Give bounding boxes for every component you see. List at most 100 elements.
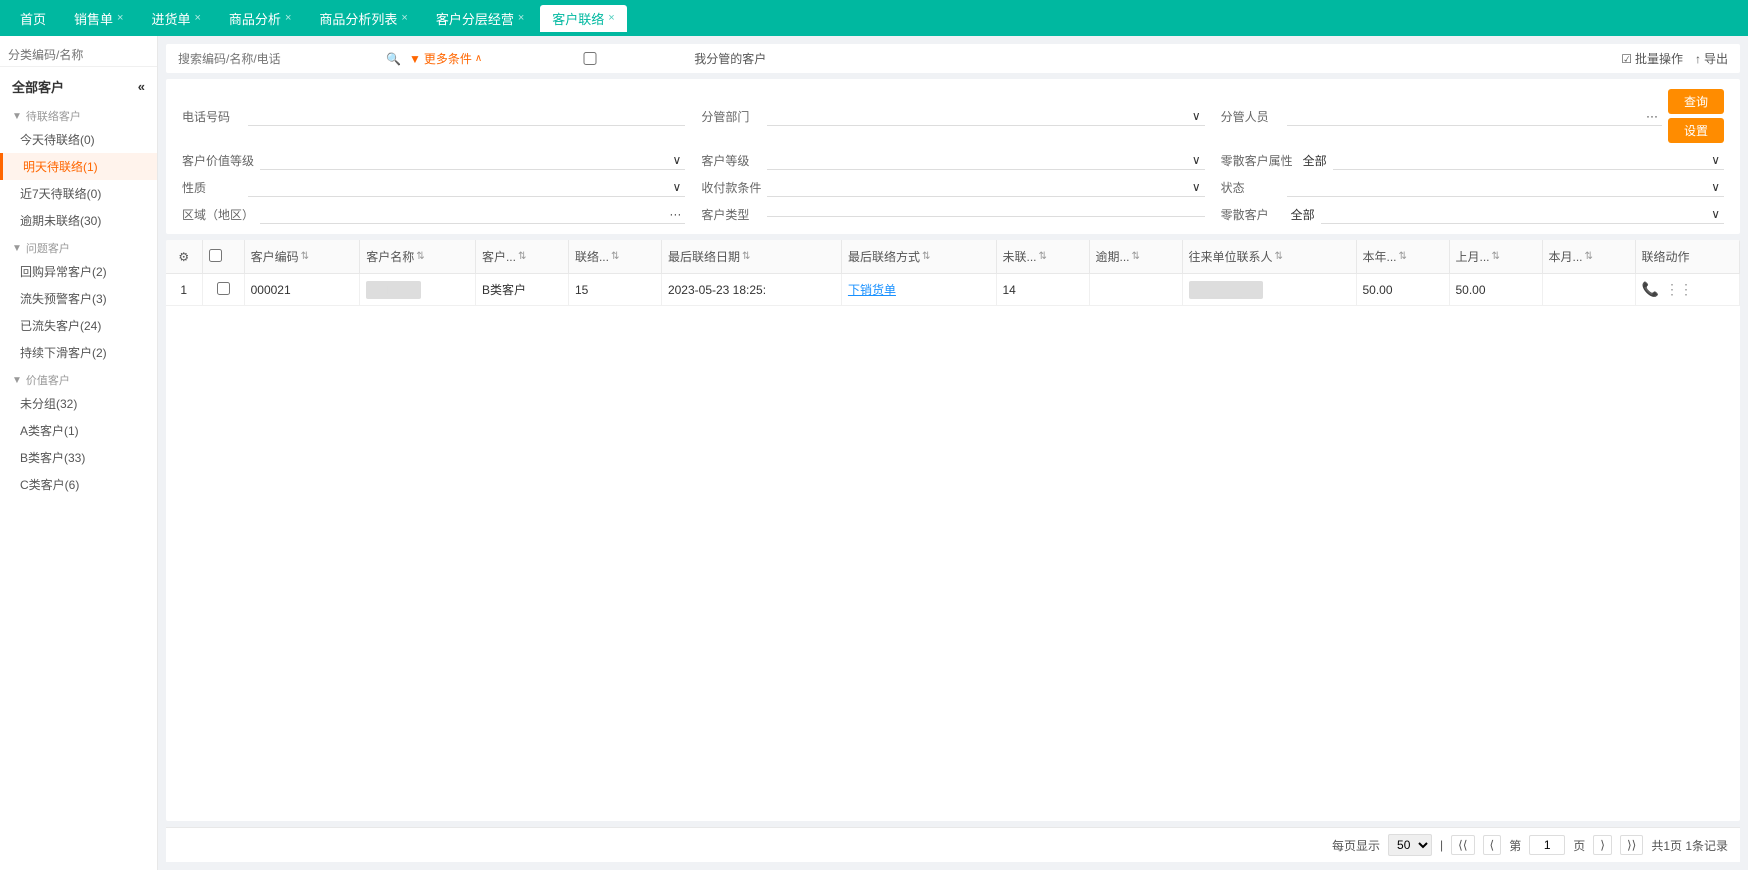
sidebar-item-class-a[interactable]: A类客户(1) <box>0 417 157 444</box>
close-icon-customer-contact[interactable]: × <box>608 12 614 24</box>
search-icon[interactable]: 🔍 <box>386 52 401 66</box>
phone-input[interactable] <box>248 107 685 126</box>
nav-item-customer-contact[interactable]: 客户联络 × <box>540 5 626 32</box>
sort-icon-last-date: ⇅ <box>742 251 750 262</box>
page-prev-btn[interactable]: ⟨ <box>1483 835 1502 855</box>
filter-panel: 电话号码 分管部门 ∨ 分管人员 ··· 查询 设置 <box>166 79 1740 234</box>
more-action-icon[interactable]: ⋮⋮ <box>1665 281 1693 298</box>
sidebar-item-churned[interactable]: 已流失客户(24) <box>0 312 157 339</box>
sidebar-item-today[interactable]: 今天待联络(0) <box>0 126 157 153</box>
bulk-action-btn[interactable]: ☑ 批量操作 <box>1621 50 1683 67</box>
export-btn[interactable]: ↑ 导出 <box>1695 50 1728 67</box>
region-select[interactable]: ··· <box>260 205 685 224</box>
filter-btn[interactable]: ▼ 更多条件 ∧ <box>409 50 482 67</box>
sort-last-month[interactable]: 上月... ⇅ <box>1456 248 1536 265</box>
sidebar-item-overdue[interactable]: 逾期未联络(30) <box>0 207 157 234</box>
filter-payment: 收付款条件 ∨ <box>701 178 1204 197</box>
row-last-month-value: 50.00 <box>1456 283 1486 297</box>
retail-customer-value: 全部 <box>1291 206 1315 223</box>
sort-this-year[interactable]: 本年... ⇅ <box>1363 248 1443 265</box>
customer-level-select[interactable]: ∨ <box>767 151 1204 170</box>
close-icon-purchase[interactable]: × <box>194 12 200 24</box>
bulk-action-label: 批量操作 <box>1635 50 1683 67</box>
nav-item-sales[interactable]: 销售单 × <box>62 5 135 32</box>
page-first-btn[interactable]: ⟨⟨ <box>1451 835 1474 855</box>
row-code: 000021 <box>244 274 360 306</box>
filter-nature: 性质 ∨ <box>182 178 685 197</box>
page-next-btn[interactable]: ⟩ <box>1593 835 1612 855</box>
sort-last-method[interactable]: 最后联络方式 ⇅ <box>848 248 990 265</box>
sidebar-search-input[interactable] <box>8 48 158 62</box>
sort-overdue[interactable]: 逾期... ⇅ <box>1096 248 1176 265</box>
filter-icon: ▼ <box>409 52 421 66</box>
close-icon-customer-tier[interactable]: × <box>518 12 524 24</box>
search-input[interactable] <box>178 52 378 66</box>
filter-dept: 分管部门 ∨ <box>701 89 1204 143</box>
sidebar-item-class-c[interactable]: C类客户(6) <box>0 471 157 498</box>
dept-select[interactable]: ∨ <box>767 107 1204 126</box>
chevron-down-icon5: ∨ <box>673 180 682 194</box>
sort-code[interactable]: 客户编码 ⇅ <box>251 248 354 265</box>
settings-button[interactable]: 设置 <box>1668 118 1724 143</box>
select-all-checkbox[interactable] <box>209 249 222 262</box>
chevron-down-icon2: ∨ <box>673 153 682 167</box>
retail-attr-select[interactable]: ∨ <box>1333 151 1724 170</box>
nav-item-analysis[interactable]: 商品分析 × <box>217 5 303 32</box>
page-last-btn[interactable]: ⟩⟩ <box>1620 835 1643 855</box>
phone-action-icon[interactable]: 📞 <box>1642 281 1659 298</box>
per-page-select[interactable]: 50 <box>1388 834 1432 856</box>
declining-label: 持续下滑客户(2) <box>20 346 107 360</box>
close-icon-analysis-list[interactable]: × <box>401 12 407 24</box>
sort-last-date[interactable]: 最后联络日期 ⇅ <box>668 248 835 265</box>
th-this-month: 本月... ⇅ <box>1542 240 1635 274</box>
sort-name[interactable]: 客户名称 ⇅ <box>366 248 469 265</box>
filter-retail-attr: 零散客户属性 全部 ∨ <box>1221 151 1724 170</box>
manager-select[interactable]: ··· <box>1287 107 1662 126</box>
my-customers-checkbox[interactable] <box>490 52 690 65</box>
filter-status: 状态 ∨ <box>1221 178 1724 197</box>
filter-value-level: 客户价值等级 ∨ <box>182 151 685 170</box>
sidebar-all-customers[interactable]: 全部客户 « <box>0 71 157 102</box>
col-contact-count-label: 联络... <box>575 248 609 265</box>
sidebar-item-class-b[interactable]: B类客户(33) <box>0 444 157 471</box>
close-icon-sales[interactable]: × <box>117 12 123 24</box>
th-overdue: 逾期... ⇅ <box>1089 240 1182 274</box>
sidebar-item-abnormal[interactable]: 回购异常客户(2) <box>0 258 157 285</box>
nav-item-analysis-list[interactable]: 商品分析列表 × <box>307 5 419 32</box>
row-name: Ea <box>360 274 476 306</box>
sidebar-item-declining[interactable]: 持续下滑客户(2) <box>0 339 157 366</box>
sort-this-month[interactable]: 本月... ⇅ <box>1549 248 1629 265</box>
sort-unit-contact[interactable]: 往来单位联系人 ⇅ <box>1189 248 1350 265</box>
close-icon-analysis[interactable]: × <box>285 12 291 24</box>
nav-label-customer-contact: 客户联络 <box>552 9 604 28</box>
row-select-checkbox[interactable] <box>217 282 230 295</box>
row-this-year-value: 50.00 <box>1363 283 1393 297</box>
value-level-select[interactable]: ∨ <box>260 151 685 170</box>
row-customer-type: B类客户 <box>475 274 568 306</box>
nature-select[interactable]: ∨ <box>248 178 685 197</box>
payment-select[interactable]: ∨ <box>767 178 1204 197</box>
sort-icon-last-method: ⇅ <box>922 251 930 262</box>
page-input[interactable] <box>1529 835 1565 855</box>
customer-type-select[interactable] <box>767 212 1204 217</box>
row-method-value[interactable]: 下销货单 <box>848 283 896 297</box>
status-select[interactable]: ∨ <box>1287 178 1724 197</box>
query-button[interactable]: 查询 <box>1668 89 1724 114</box>
sort-type[interactable]: 客户... ⇅ <box>482 248 562 265</box>
nav-item-customer-tier[interactable]: 客户分层经营 × <box>424 5 536 32</box>
sort-contact-count[interactable]: 联络... ⇅ <box>575 248 655 265</box>
nav-item-purchase[interactable]: 进货单 × <box>139 5 212 32</box>
settings-icon[interactable]: ⚙ <box>172 250 196 264</box>
nav-item-home[interactable]: 首页 <box>8 5 58 32</box>
sort-uncontacted[interactable]: 未联... ⇅ <box>1003 248 1083 265</box>
sidebar-item-unclassified[interactable]: 未分组(32) <box>0 390 157 417</box>
sidebar-item-tomorrow[interactable]: 明天待联络(1) <box>0 153 157 180</box>
sidebar-item-7days[interactable]: 近7天待联络(0) <box>0 180 157 207</box>
my-customers-checkbox-label[interactable]: 我分管的客户 <box>490 50 766 67</box>
retail-customer-select[interactable]: ∨ <box>1321 205 1724 224</box>
sidebar-item-churn-warning[interactable]: 流失预警客户(3) <box>0 285 157 312</box>
sort-icon-this-month: ⇅ <box>1585 251 1593 262</box>
row-code-value: 000021 <box>251 283 291 297</box>
top-nav: 首页 销售单 × 进货单 × 商品分析 × 商品分析列表 × 客户分层经营 × … <box>0 0 1748 36</box>
class-a-label: A类客户(1) <box>20 424 79 438</box>
